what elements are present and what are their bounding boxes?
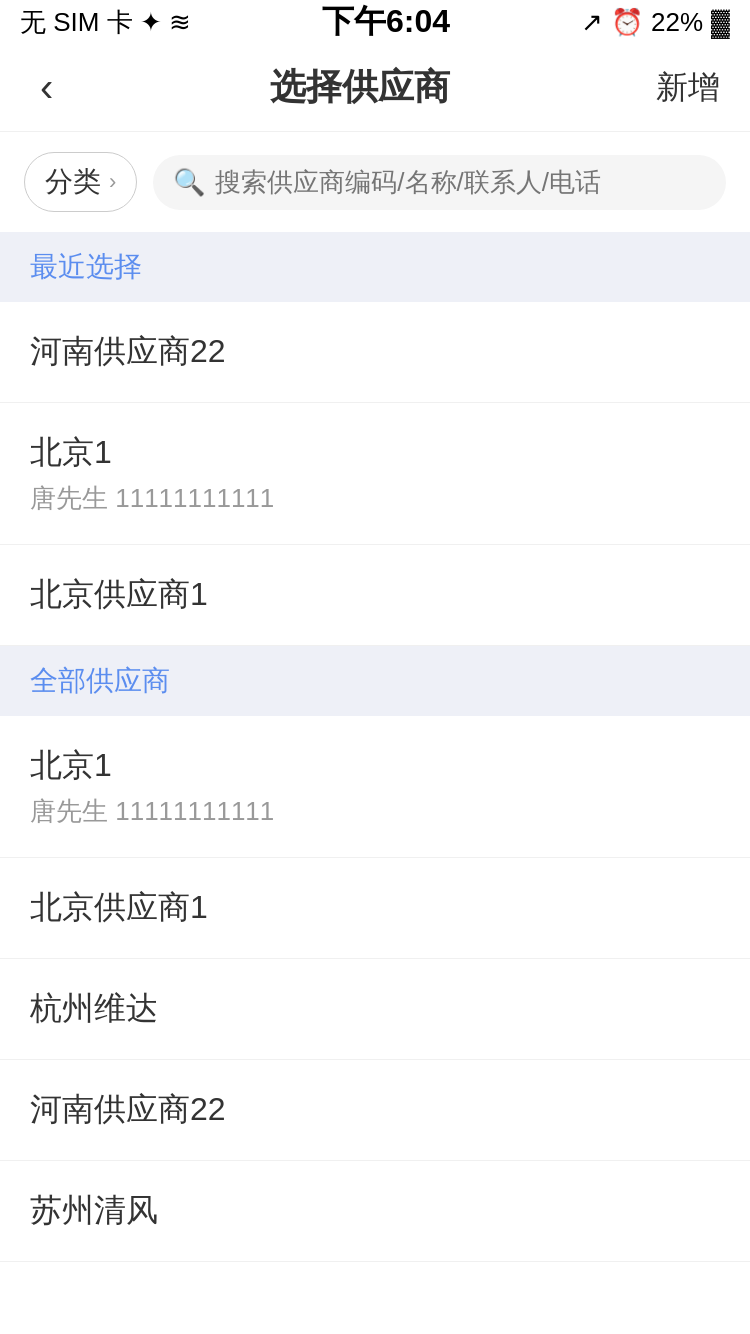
item-name: 河南供应商22 xyxy=(30,330,720,374)
item-name: 北京1 xyxy=(30,744,720,788)
list-item[interactable]: 北京1 唐先生 11111111111 xyxy=(0,716,750,858)
all-list: 北京1 唐先生 11111111111 北京供应商1 杭州维达 河南供应商22 … xyxy=(0,716,750,1262)
list-item[interactable]: 苏州清风 xyxy=(0,1161,750,1262)
list-item[interactable]: 河南供应商22 xyxy=(0,1060,750,1161)
recent-section-header: 最近选择 xyxy=(0,232,750,302)
recent-list: 河南供应商22 北京1 唐先生 11111111111 北京供应商1 xyxy=(0,302,750,646)
search-icon: 🔍 xyxy=(173,167,205,198)
chevron-right-icon: › xyxy=(109,169,116,195)
filter-bar: 分类 › 🔍 xyxy=(0,132,750,232)
page-title: 选择供应商 xyxy=(270,63,450,112)
category-button[interactable]: 分类 › xyxy=(24,152,137,212)
location-icon: ↗ xyxy=(581,7,603,38)
item-name: 苏州清风 xyxy=(30,1189,720,1233)
category-label: 分类 xyxy=(45,163,101,201)
back-button[interactable]: ‹ xyxy=(30,55,63,120)
status-time: 下午6:04 xyxy=(322,0,450,44)
item-name: 河南供应商22 xyxy=(30,1088,720,1132)
list-item[interactable]: 河南供应商22 xyxy=(0,302,750,403)
item-contact: 唐先生 11111111111 xyxy=(30,794,720,829)
battery-icon: ▓ xyxy=(711,7,730,38)
list-item[interactable]: 北京供应商1 xyxy=(0,545,750,646)
status-bar: 无 SIM 卡 ✦ ≋ 下午6:04 ↗ ⏰ 22% ▓ xyxy=(0,0,750,44)
status-right: ↗ ⏰ 22% ▓ xyxy=(581,7,730,38)
item-name: 北京供应商1 xyxy=(30,886,720,930)
nav-bar: ‹ 选择供应商 新增 xyxy=(0,44,750,132)
alarm-icon: ⏰ xyxy=(611,7,643,38)
item-contact: 唐先生 11111111111 xyxy=(30,481,720,516)
add-button[interactable]: 新增 xyxy=(656,66,720,110)
battery-text: 22% xyxy=(651,7,703,38)
list-item[interactable]: 杭州维达 xyxy=(0,959,750,1060)
item-name: 北京1 xyxy=(30,431,720,475)
search-input[interactable] xyxy=(215,167,706,198)
list-item[interactable]: 北京供应商1 xyxy=(0,858,750,959)
search-box[interactable]: 🔍 xyxy=(153,155,726,210)
item-name: 北京供应商1 xyxy=(30,573,720,617)
list-item[interactable]: 北京1 唐先生 11111111111 xyxy=(0,403,750,545)
item-name: 杭州维达 xyxy=(30,987,720,1031)
all-section-header: 全部供应商 xyxy=(0,646,750,716)
status-left: 无 SIM 卡 ✦ ≋ xyxy=(20,5,191,40)
